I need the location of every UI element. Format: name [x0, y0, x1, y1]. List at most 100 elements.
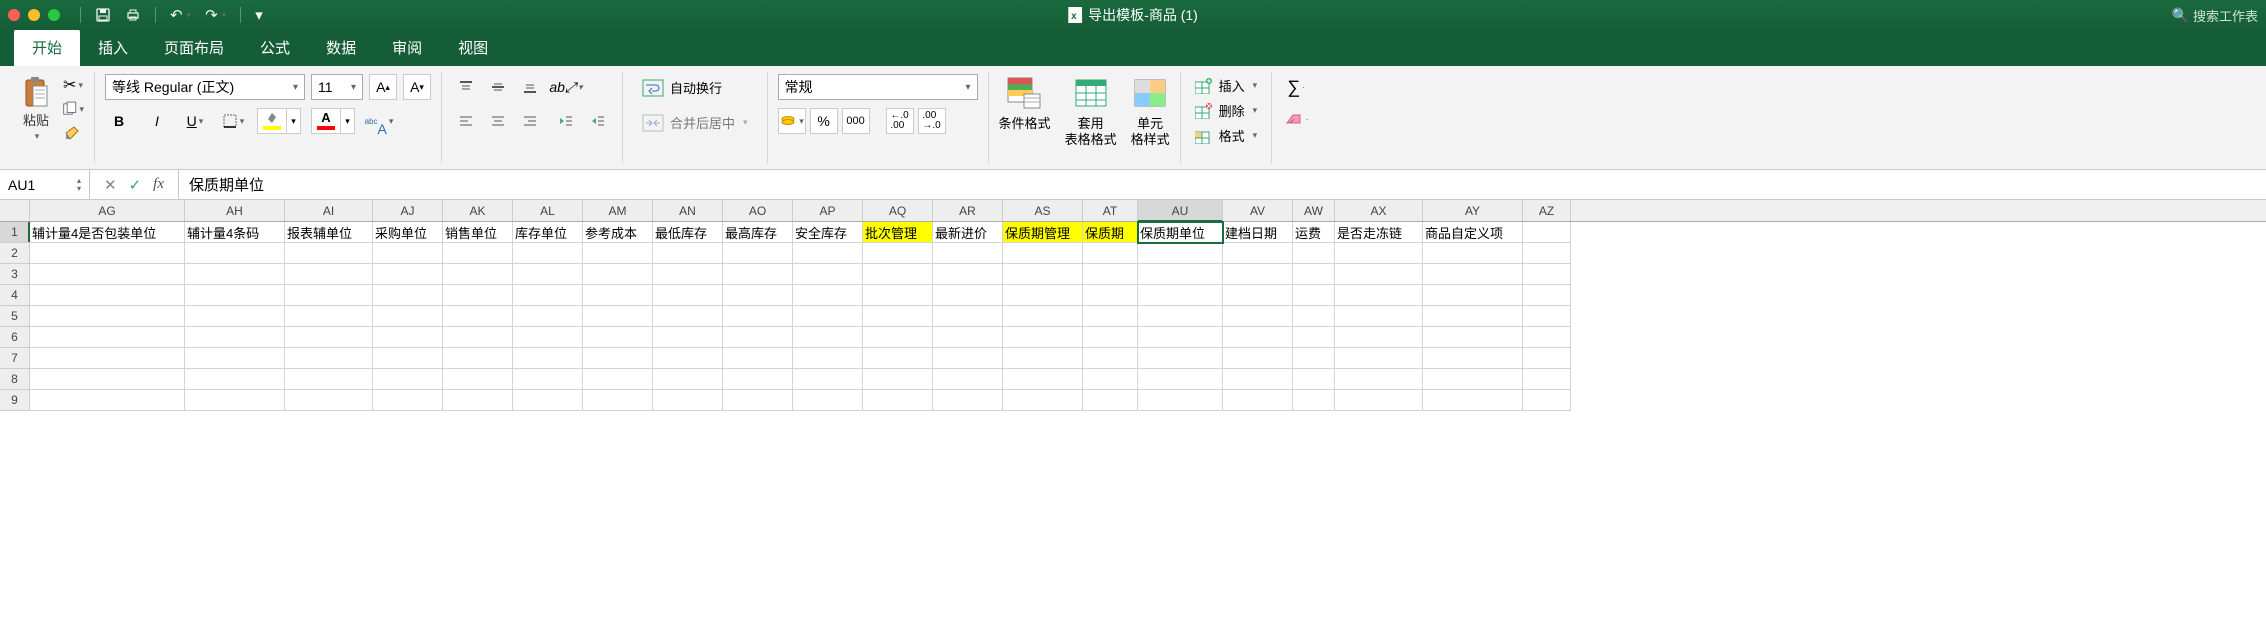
align-left-button[interactable]	[452, 108, 480, 134]
cell[interactable]: 批次管理	[863, 222, 933, 243]
cell[interactable]: 销售单位	[443, 222, 513, 243]
cell[interactable]	[583, 390, 653, 411]
cell[interactable]	[793, 243, 863, 264]
cell[interactable]	[793, 306, 863, 327]
fill-color-button[interactable]: ▾	[257, 108, 301, 134]
cell[interactable]	[583, 348, 653, 369]
cell[interactable]	[583, 243, 653, 264]
cell[interactable]	[1223, 390, 1293, 411]
cell[interactable]: 最新进价	[933, 222, 1003, 243]
align-bottom-button[interactable]	[516, 74, 544, 100]
cell[interactable]	[933, 390, 1003, 411]
cell[interactable]	[285, 348, 373, 369]
undo-button[interactable]: ↶▾	[170, 6, 191, 24]
cell[interactable]	[373, 390, 443, 411]
cell[interactable]	[1423, 327, 1523, 348]
cell[interactable]	[30, 327, 185, 348]
cell[interactable]	[373, 306, 443, 327]
underline-button[interactable]: U▾	[181, 108, 209, 134]
cell[interactable]	[1083, 390, 1138, 411]
cell[interactable]: 辅计量4是否包装单位	[30, 222, 185, 243]
cell[interactable]	[793, 390, 863, 411]
cell[interactable]	[863, 306, 933, 327]
cell[interactable]	[1138, 348, 1223, 369]
cell[interactable]	[443, 285, 513, 306]
cell[interactable]	[863, 390, 933, 411]
name-box-stepper[interactable]: ▴▾	[77, 177, 81, 193]
conditional-format-button[interactable]: 条件格式	[999, 76, 1051, 132]
cell[interactable]	[513, 390, 583, 411]
cell[interactable]	[1423, 243, 1523, 264]
cell[interactable]	[30, 348, 185, 369]
format-as-table-button[interactable]: 套用 表格格式	[1065, 76, 1117, 147]
increase-decimal-button[interactable]: ←.0.00	[886, 108, 914, 134]
cell[interactable]: 库存单位	[513, 222, 583, 243]
percent-format-button[interactable]: %	[810, 108, 838, 134]
increase-font-button[interactable]: A▴	[369, 74, 397, 100]
decrease-indent-button[interactable]	[552, 108, 580, 134]
cell[interactable]	[443, 306, 513, 327]
increase-indent-button[interactable]	[584, 108, 612, 134]
cell[interactable]	[1003, 306, 1083, 327]
enter-formula-button[interactable]: ✓	[129, 176, 142, 194]
cell[interactable]	[373, 285, 443, 306]
row-header[interactable]: 2	[0, 243, 30, 264]
cell[interactable]: 建档日期	[1223, 222, 1293, 243]
cell[interactable]	[513, 243, 583, 264]
cell[interactable]	[285, 264, 373, 285]
cell[interactable]	[933, 327, 1003, 348]
cell[interactable]	[1138, 390, 1223, 411]
cell[interactable]	[653, 390, 723, 411]
clear-button[interactable]: ·	[1282, 106, 1310, 132]
cell[interactable]	[1335, 327, 1423, 348]
cell[interactable]	[933, 369, 1003, 390]
column-header[interactable]: AX	[1335, 200, 1423, 221]
ribbon-tab-1[interactable]: 插入	[80, 29, 146, 66]
cell[interactable]: 最低库存	[653, 222, 723, 243]
column-header[interactable]: AN	[653, 200, 723, 221]
cell[interactable]	[30, 243, 185, 264]
cell[interactable]	[793, 285, 863, 306]
cell[interactable]	[1003, 369, 1083, 390]
cell[interactable]	[185, 264, 285, 285]
cell[interactable]	[285, 243, 373, 264]
cell[interactable]	[1523, 327, 1571, 348]
cell[interactable]	[653, 306, 723, 327]
cell[interactable]	[1523, 222, 1571, 243]
column-header[interactable]: AJ	[373, 200, 443, 221]
decrease-font-button[interactable]: A▾	[403, 74, 431, 100]
cell[interactable]	[443, 264, 513, 285]
cell[interactable]	[285, 369, 373, 390]
cell[interactable]	[793, 264, 863, 285]
column-header[interactable]: AS	[1003, 200, 1083, 221]
cell[interactable]	[1138, 285, 1223, 306]
cell[interactable]	[1293, 348, 1335, 369]
cell[interactable]	[1335, 264, 1423, 285]
cell[interactable]	[653, 369, 723, 390]
cell[interactable]: 是否走冻链	[1335, 222, 1423, 243]
cell[interactable]: 保质期	[1083, 222, 1138, 243]
zoom-window-button[interactable]	[48, 9, 60, 21]
border-button[interactable]: ▾	[219, 108, 247, 134]
cell[interactable]	[443, 348, 513, 369]
bold-button[interactable]: B	[105, 108, 133, 134]
cell[interactable]	[1523, 348, 1571, 369]
fx-icon[interactable]: fx	[153, 176, 164, 193]
cell[interactable]: 最高库存	[723, 222, 793, 243]
cell[interactable]	[373, 348, 443, 369]
cell[interactable]	[373, 264, 443, 285]
align-right-button[interactable]	[516, 108, 544, 134]
cell[interactable]	[185, 327, 285, 348]
cell[interactable]	[1523, 369, 1571, 390]
cell[interactable]: 辅计量4条码	[185, 222, 285, 243]
wrap-text-button[interactable]: 自动换行	[633, 74, 757, 101]
row-header[interactable]: 3	[0, 264, 30, 285]
cell[interactable]	[1223, 369, 1293, 390]
cell[interactable]	[443, 390, 513, 411]
cell[interactable]	[1083, 243, 1138, 264]
cell[interactable]	[1423, 306, 1523, 327]
row-header[interactable]: 1	[0, 222, 30, 243]
number-format-combo[interactable]: 常规 ▾	[778, 74, 978, 100]
cell[interactable]: 运费	[1293, 222, 1335, 243]
column-header[interactable]: AW	[1293, 200, 1335, 221]
